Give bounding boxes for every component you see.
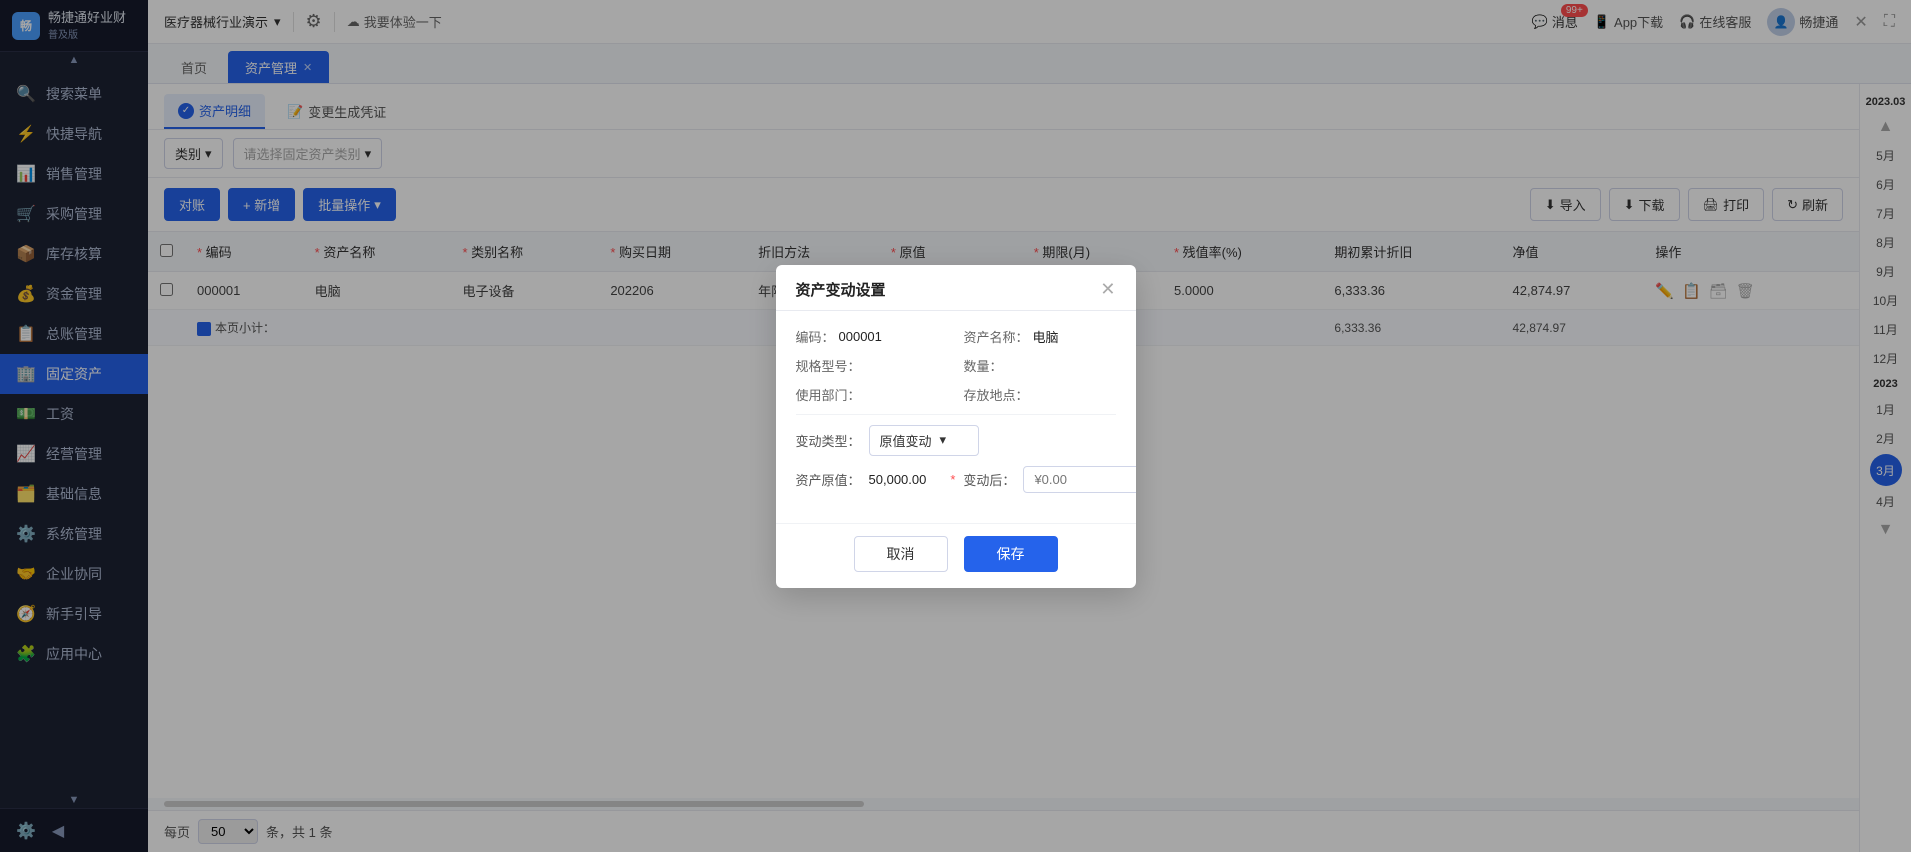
modal-body: 编码： 000001 资产名称： 电脑 规格型号： 数量： [776,311,1136,523]
modal-asset-name-field: 资产名称： 电脑 [964,327,1116,346]
modal-overlay: 资产变动设置 ✕ 编码： 000001 资产名称： 电脑 规格型号： [0,0,1911,852]
modal-change-type-select[interactable]: 原值变动 ▾ [869,425,979,456]
change-type-dropdown-arrow: ▾ [940,432,947,448]
modal-quantity-label: 数量： [964,356,1003,375]
asset-change-modal: 资产变动设置 ✕ 编码： 000001 资产名称： 电脑 规格型号： [776,265,1136,588]
modal-code-value: 000001 [839,329,882,344]
modal-spec-label: 规格型号： [796,356,861,375]
modal-asset-name-value: 电脑 [1033,327,1059,346]
modal-after-change-input[interactable] [1023,466,1135,493]
modal-header: 资产变动设置 ✕ [776,265,1136,311]
modal-after-change-label: 变动后： [963,470,1015,489]
modal-asset-value-label: 资产原值： [796,470,861,489]
modal-department-label: 使用部门： [796,385,861,404]
modal-required-star: * [950,472,955,487]
modal-change-type-row: 变动类型： 原值变动 ▾ [796,425,1116,456]
modal-location-field: 存放地点： [964,385,1116,404]
modal-spec-field: 规格型号： [796,356,948,375]
cancel-button[interactable]: 取消 [854,536,948,572]
modal-divider [796,414,1116,415]
modal-location-label: 存放地点： [964,385,1029,404]
modal-row-1: 编码： 000001 资产名称： 电脑 [796,327,1116,346]
modal-code-label: 编码： [796,327,835,346]
modal-title: 资产变动设置 [796,279,886,300]
modal-row-2: 规格型号： 数量： [796,356,1116,375]
modal-change-type-value: 原值变动 [880,431,932,450]
modal-change-type-label: 变动类型： [796,431,861,450]
modal-asset-name-label: 资产名称： [964,327,1029,346]
modal-close-icon[interactable]: ✕ [1100,279,1115,300]
save-button[interactable]: 保存 [964,536,1058,572]
modal-department-field: 使用部门： [796,385,948,404]
modal-code-field: 编码： 000001 [796,327,948,346]
modal-value-row: 资产原值： 50,000.00 * 变动后： [796,466,1116,493]
modal-footer: 取消 保存 [776,523,1136,588]
modal-quantity-field: 数量： [964,356,1116,375]
modal-row-3: 使用部门： 存放地点： [796,385,1116,404]
modal-asset-value: 50,000.00 [869,472,927,487]
